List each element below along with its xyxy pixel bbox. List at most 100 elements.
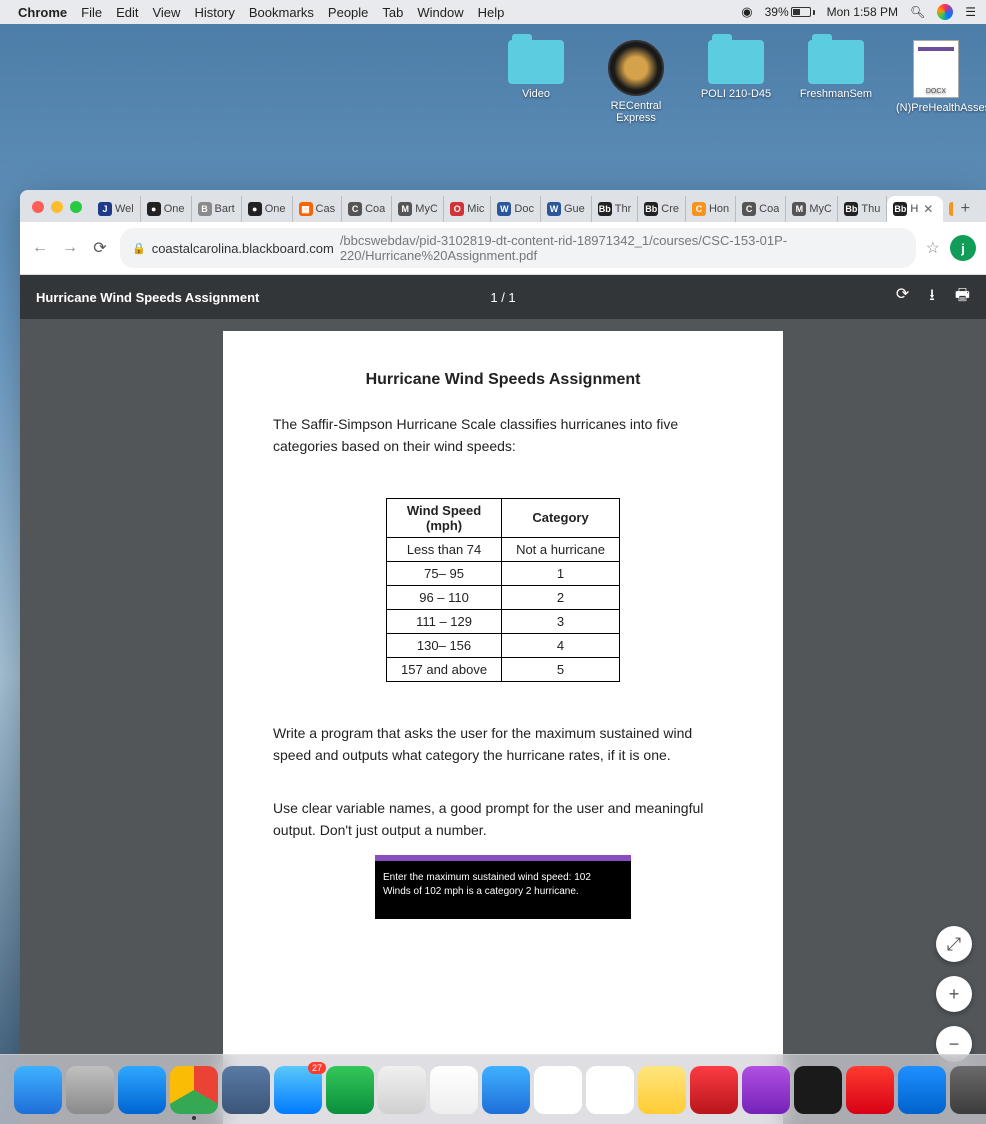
browser-tab[interactable]: CCoa xyxy=(736,196,786,222)
icon-label: Video xyxy=(496,88,576,100)
folder-icon xyxy=(508,40,564,84)
dock-app-music[interactable] xyxy=(690,1066,738,1114)
lock-icon: 🔒 xyxy=(132,242,146,255)
desktop-folder-poli210[interactable]: POLI 210-D45 xyxy=(696,40,776,124)
table-cell: 130– 156 xyxy=(387,633,502,657)
bookmark-star-button[interactable]: ☆ xyxy=(926,238,940,258)
tab-label: Doc xyxy=(514,203,534,215)
spotlight-icon[interactable]: 🔍︎ xyxy=(910,5,925,19)
favicon: O xyxy=(450,202,464,216)
dock-app-news[interactable] xyxy=(846,1066,894,1114)
browser-tab[interactable]: CHon xyxy=(686,196,736,222)
browser-tab[interactable]: ●One xyxy=(141,196,192,222)
browser-tab[interactable]: ●One xyxy=(242,196,293,222)
desktop-folder-video[interactable]: Video xyxy=(496,40,576,124)
table-row: 96 – 1102 xyxy=(387,585,620,609)
desktop-icons: Video RECentral Express POLI 210-D45 Fre… xyxy=(496,40,976,124)
table-cell: 1 xyxy=(502,561,620,585)
pdf-body[interactable]: Hurricane Wind Speeds Assignment The Saf… xyxy=(20,319,986,1124)
back-button[interactable]: ← xyxy=(30,238,50,258)
rotate-button[interactable]: ⟳ xyxy=(896,284,909,311)
close-window-button[interactable] xyxy=(32,201,44,213)
favicon: Bb xyxy=(644,202,658,216)
menu-file[interactable]: File xyxy=(81,5,102,20)
dock-app-messages[interactable]: 27 xyxy=(274,1066,322,1114)
browser-tab[interactable]: JWel xyxy=(92,196,141,222)
new-tab-button[interactable]: + xyxy=(953,196,978,222)
siri-icon[interactable] xyxy=(937,4,953,20)
clock[interactable]: Mon 1:58 PM xyxy=(827,5,898,19)
dock-app-settings[interactable] xyxy=(950,1066,986,1114)
browser-tab[interactable]: BbThr xyxy=(592,196,639,222)
menu-tab[interactable]: Tab xyxy=(382,5,403,20)
fit-page-button[interactable]: ⤢ xyxy=(936,926,972,962)
desktop-app-recentral[interactable]: RECentral Express xyxy=(596,40,676,124)
browser-tab[interactable]: ▦Cas xyxy=(293,196,343,222)
menu-window[interactable]: Window xyxy=(417,5,463,20)
favicon: J xyxy=(98,202,112,216)
doc-intro: The Saffir-Simpson Hurricane Scale class… xyxy=(273,413,733,458)
dock-app-launchpad[interactable] xyxy=(66,1066,114,1114)
dock-app-safari[interactable] xyxy=(118,1066,166,1114)
browser-tab[interactable]: BbH✕ xyxy=(887,196,943,222)
browser-tab[interactable]: OMic xyxy=(444,196,491,222)
favicon: Bb xyxy=(893,202,907,216)
dock-app-maps[interactable] xyxy=(378,1066,426,1114)
chrome-window: JWel●OneBBart●One▦CasCCoaMMyCOMicWDocWGu… xyxy=(20,190,986,1124)
dock-app-preview[interactable] xyxy=(222,1066,270,1114)
menu-people[interactable]: People xyxy=(328,5,368,20)
browser-tab[interactable]: BBart xyxy=(192,196,242,222)
dock-app-calendar[interactable] xyxy=(534,1066,582,1114)
browser-tab[interactable]: MMyC xyxy=(392,196,444,222)
profile-avatar-button[interactable]: j xyxy=(950,235,976,261)
dock-app-appstore[interactable] xyxy=(898,1066,946,1114)
menu-help[interactable]: Help xyxy=(478,5,505,20)
desktop-doc-prehealth[interactable]: DOCX (N)PreHealthAssessment.docx xyxy=(896,40,976,124)
maximize-window-button[interactable] xyxy=(70,201,82,213)
browser-tab[interactable]: CWri xyxy=(943,196,952,222)
browser-tab[interactable]: CCoa xyxy=(342,196,392,222)
dock-app-tv[interactable] xyxy=(794,1066,842,1114)
browser-tab[interactable]: WDoc xyxy=(491,196,541,222)
menu-bookmarks[interactable]: Bookmarks xyxy=(249,5,314,20)
dock-app-podcasts[interactable] xyxy=(742,1066,790,1114)
pdf-page-indicator: 1 / 1 xyxy=(490,290,515,305)
browser-tab[interactable]: WGue xyxy=(541,196,592,222)
th-category: Category xyxy=(502,498,620,537)
reload-button[interactable]: ⟳ xyxy=(90,238,110,258)
dock-app-chrome[interactable] xyxy=(170,1066,218,1114)
table-cell: Less than 74 xyxy=(387,537,502,561)
menu-edit[interactable]: Edit xyxy=(116,5,138,20)
forward-button[interactable]: → xyxy=(60,238,80,258)
pdf-title: Hurricane Wind Speeds Assignment xyxy=(36,290,259,305)
menu-history[interactable]: History xyxy=(194,5,234,20)
browser-tab[interactable]: BbCre xyxy=(638,196,686,222)
browser-tab[interactable]: MMyC xyxy=(786,196,838,222)
terminal-line: Winds of 102 mph is a category 2 hurrica… xyxy=(383,885,623,899)
control-center-icon[interactable]: ☰ xyxy=(965,5,976,19)
download-button[interactable]: ⭳ xyxy=(929,284,935,311)
zoom-in-button[interactable]: + xyxy=(936,976,972,1012)
wifi-icon[interactable]: ◉ xyxy=(741,4,752,20)
app-name[interactable]: Chrome xyxy=(18,5,67,20)
url-field[interactable]: 🔒 coastalcarolina.blackboard.com/bbcsweb… xyxy=(120,228,916,268)
print-button[interactable]: 🖶 xyxy=(955,284,970,311)
dock-app-mail[interactable] xyxy=(482,1066,530,1114)
dock-app-notes[interactable] xyxy=(638,1066,686,1114)
table-cell: 111 – 129 xyxy=(387,609,502,633)
url-domain: coastalcarolina.blackboard.com xyxy=(152,241,334,256)
dock-app-facetime[interactable] xyxy=(326,1066,374,1114)
desktop-folder-freshmansem[interactable]: FreshmanSem xyxy=(796,40,876,124)
favicon: W xyxy=(497,202,511,216)
battery-status[interactable]: 39% xyxy=(765,5,815,19)
dock-app-photos[interactable] xyxy=(430,1066,478,1114)
menu-view[interactable]: View xyxy=(152,5,180,20)
close-tab-button[interactable]: ✕ xyxy=(923,202,933,216)
terminal-screenshot: Enter the maximum sustained wind speed: … xyxy=(375,855,631,919)
dock-app-reminders[interactable] xyxy=(586,1066,634,1114)
icon-label: POLI 210-D45 xyxy=(696,88,776,100)
browser-tab[interactable]: BbThu xyxy=(838,196,887,222)
minimize-window-button[interactable] xyxy=(51,201,63,213)
dock-app-finder[interactable] xyxy=(14,1066,62,1114)
favicon: C xyxy=(742,202,756,216)
